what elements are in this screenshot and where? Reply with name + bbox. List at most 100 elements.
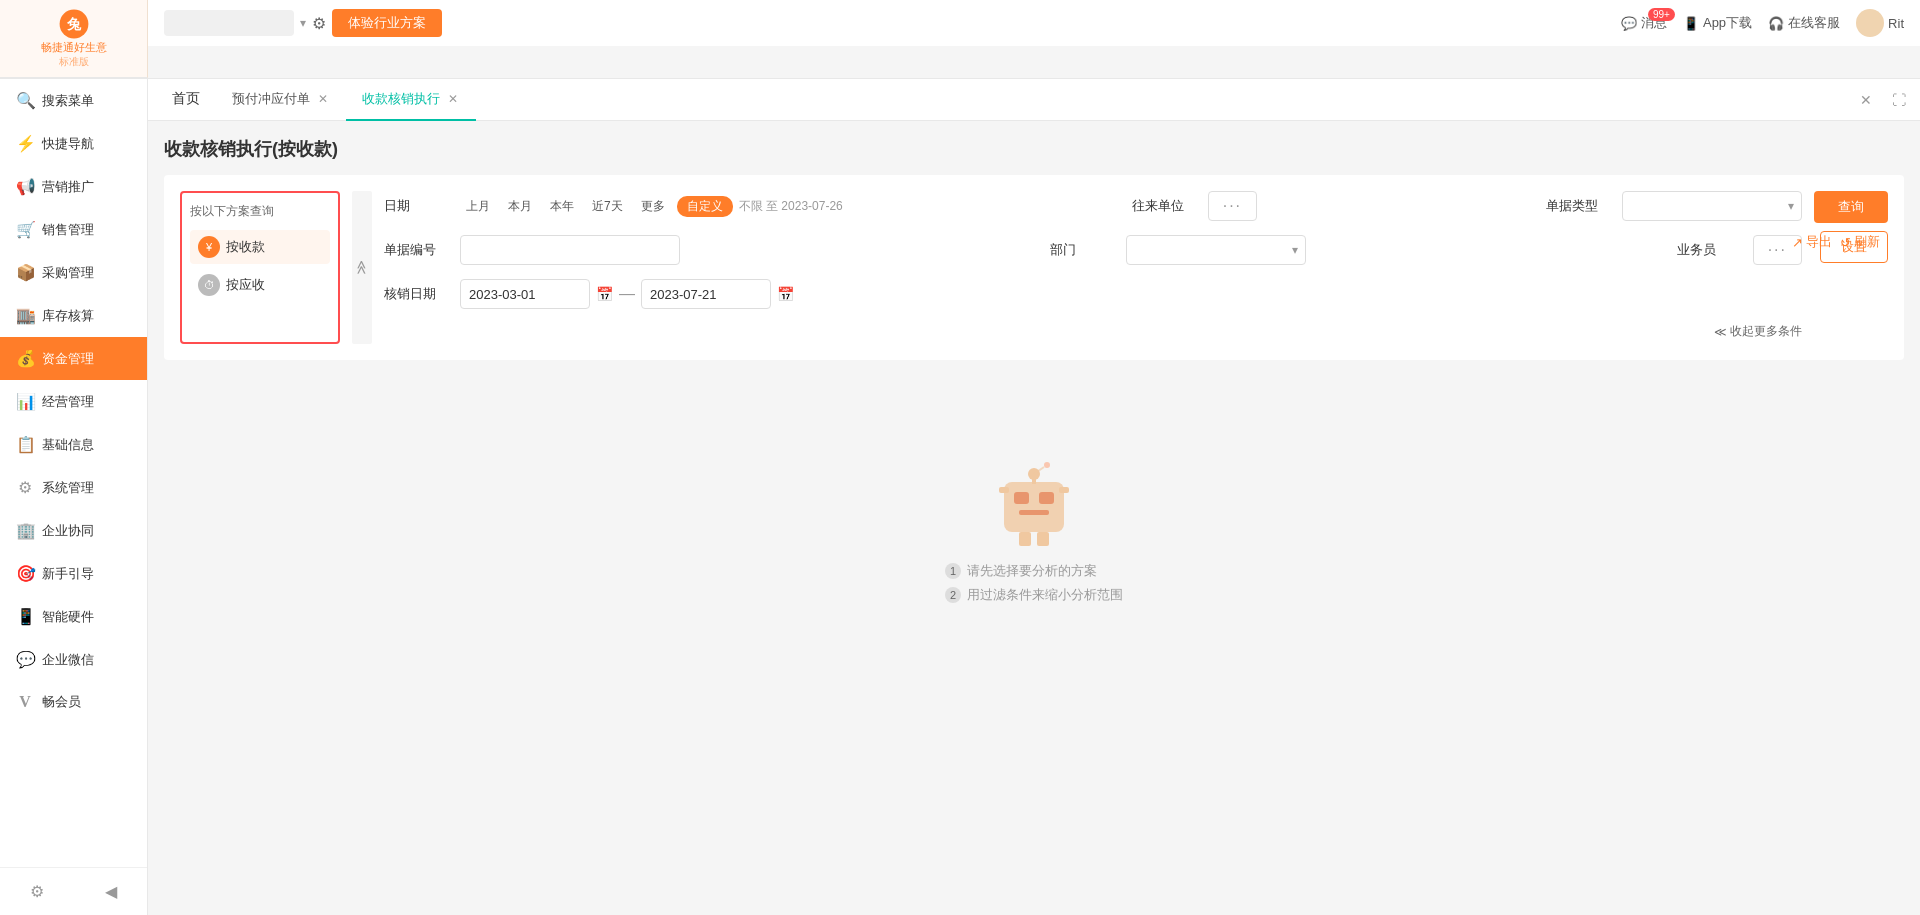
sidebar-item-sales[interactable]: 🛒 销售管理	[0, 208, 147, 251]
sidebar-settings-button[interactable]: ⚙	[22, 878, 52, 905]
sidebar-item-marketing[interactable]: 📢 营销推广	[0, 165, 147, 208]
filter-scheme-title: 按以下方案查询	[190, 203, 330, 220]
basic-info-icon: 📋	[16, 435, 34, 454]
writeoff-date-start-cal-icon[interactable]: 📅	[596, 286, 613, 302]
writeoff-date-range: 📅 — 📅	[460, 279, 794, 309]
bill-type-select[interactable]	[1622, 191, 1802, 221]
user-name-right: Rit	[1888, 16, 1904, 31]
bill-type-label: 单据类型	[1546, 197, 1606, 215]
sidebar: 🔍 搜索菜单 ⚡ 快捷导航 📢 营销推广 🛒 销售管理 📦 采购管理 🏬 库存核…	[0, 79, 148, 915]
user-profile[interactable]: Rit	[1856, 9, 1904, 37]
online-service-label: 在线客服	[1788, 14, 1840, 32]
collapse-more-button[interactable]: ≪ 收起更多条件	[1714, 323, 1802, 340]
tab-receipt[interactable]: 收款核销执行 ✕	[346, 79, 476, 121]
department-label: 部门	[1050, 241, 1110, 259]
query-button[interactable]: 查询	[1814, 191, 1888, 223]
topbar: ▾ ⚙ 体验行业方案 💬 消息 99+ 📱 App下载 🎧 在线客服 Rit	[148, 0, 1920, 46]
sidebar-item-guide[interactable]: 🎯 新手引导	[0, 552, 147, 595]
date-range-display: 不限 至 2023-07-26	[739, 198, 843, 215]
tab-receipt-close[interactable]: ✕	[446, 90, 460, 108]
empty-illustration	[974, 452, 1094, 552]
filter-option-by-receivable[interactable]: ⏱ 按应收	[190, 268, 330, 302]
tab-prepay-label: 预付冲应付单	[232, 90, 310, 108]
marketing-icon: 📢	[16, 177, 34, 196]
sidebar-item-system[interactable]: ⚙ 系统管理	[0, 466, 147, 509]
date-btn-this-month[interactable]: 本月	[502, 196, 538, 217]
date-btn-last-month[interactable]: 上月	[460, 196, 496, 217]
collapse-more-label: 收起更多条件	[1730, 323, 1802, 340]
export-button[interactable]: ↗ 导出	[1792, 233, 1832, 251]
date-btn-this-year[interactable]: 本年	[544, 196, 580, 217]
sidebar-item-basic-info[interactable]: 📋 基础信息	[0, 423, 147, 466]
sidebar-item-purchase[interactable]: 📦 采购管理	[0, 251, 147, 294]
page-top-actions: ↗ 导出 ↺ 刷新	[1792, 233, 1880, 251]
sidebar-item-operation[interactable]: 📊 经营管理	[0, 380, 147, 423]
dropdown-icon[interactable]: ▾	[300, 16, 306, 30]
sidebar-label: 新手引导	[42, 565, 94, 583]
sidebar-item-wechat[interactable]: 💬 企业微信	[0, 638, 147, 681]
member-icon: V	[16, 693, 34, 711]
tab-close-all-icon[interactable]: ✕	[1854, 88, 1878, 112]
date-btn-more[interactable]: 更多	[635, 196, 671, 217]
tab-home[interactable]: 首页	[156, 79, 216, 121]
sidebar-item-enterprise[interactable]: 🏢 企业协同	[0, 509, 147, 552]
counterparty-label: 往来单位	[1132, 197, 1192, 215]
counterparty-input[interactable]: ···	[1208, 191, 1257, 221]
app-logo: 兔	[58, 8, 90, 40]
sales-icon: 🛒	[16, 220, 34, 239]
app-name: 畅捷通好生意	[41, 40, 107, 55]
filter-option-by-receipt[interactable]: ¥ 按收款	[190, 230, 330, 264]
filter-row-1: 日期 上月 本月 本年 近7天 更多 自定义 不限 至 2023-07-26	[384, 191, 1802, 221]
svg-rect-9	[1037, 532, 1049, 546]
message-button[interactable]: 💬 消息 99+	[1621, 14, 1667, 32]
sidebar-collapse-button[interactable]: ◀	[97, 878, 125, 905]
tab-home-label: 首页	[172, 90, 200, 108]
by-receivable-icon: ⏱	[198, 274, 220, 296]
online-service-button[interactable]: 🎧 在线客服	[1768, 14, 1840, 32]
date-range-dash: —	[619, 285, 635, 303]
date-btn-7days[interactable]: 近7天	[586, 196, 629, 217]
department-select[interactable]	[1126, 235, 1306, 265]
sidebar-item-quick-nav[interactable]: ⚡ 快捷导航	[0, 122, 147, 165]
filter-actions: 查询 设置	[1814, 191, 1888, 344]
page-content: 收款核销执行(按收款) ↗ 导出 ↺ 刷新 按以下方案	[148, 121, 1920, 915]
date-btn-custom[interactable]: 自定义	[677, 196, 733, 217]
svg-text:兔: 兔	[66, 16, 82, 32]
scheme-collapse-button[interactable]: ≪	[352, 191, 372, 344]
page-wrapper: 收款核销执行(按收款) ↗ 导出 ↺ 刷新 按以下方案	[164, 137, 1904, 684]
tab-expand-icon[interactable]: ⛶	[1886, 88, 1912, 112]
gear-icon[interactable]: ⚙	[312, 14, 326, 33]
service-icon: 🎧	[1768, 16, 1784, 31]
sidebar-label: 采购管理	[42, 264, 94, 282]
writeoff-date-label: 核销日期	[384, 285, 444, 303]
bill-no-input[interactable]	[460, 235, 680, 265]
tip-1-text: 请先选择要分析的方案	[967, 562, 1097, 580]
tab-prepay-close[interactable]: ✕	[316, 90, 330, 108]
username-display[interactable]	[164, 10, 294, 36]
sidebar-bottom: ⚙ ◀	[0, 867, 147, 915]
sidebar-item-funds[interactable]: 💰 资金管理	[0, 337, 147, 380]
trial-button[interactable]: 体验行业方案	[332, 9, 442, 37]
tip-1-num: 1	[945, 563, 961, 579]
app-download-button[interactable]: 📱 App下载	[1683, 14, 1752, 32]
svg-rect-7	[1059, 487, 1069, 493]
sidebar-item-inventory[interactable]: 🏬 库存核算	[0, 294, 147, 337]
filter-section: 按以下方案查询 ¥ 按收款 ⏱ 按应收 ≪	[164, 175, 1904, 360]
date-label: 日期	[384, 197, 444, 215]
writeoff-date-end-cal-icon[interactable]: 📅	[777, 286, 794, 302]
by-receipt-icon: ¥	[198, 236, 220, 258]
writeoff-date-start-input[interactable]	[460, 279, 590, 309]
svg-rect-8	[1019, 532, 1031, 546]
sidebar-item-smart-hw[interactable]: 📱 智能硬件	[0, 595, 147, 638]
filter-scheme-panel: 按以下方案查询 ¥ 按收款 ⏱ 按应收	[180, 191, 340, 344]
sidebar-label: 营销推广	[42, 178, 94, 196]
smart-hw-icon: 📱	[16, 607, 34, 626]
sidebar-item-member[interactable]: V 畅会员	[0, 681, 147, 723]
sidebar-item-search-menu[interactable]: 🔍 搜索菜单	[0, 79, 147, 122]
empty-state: 1 请先选择要分析的方案 2 用过滤条件来缩小分析范围	[164, 372, 1904, 684]
svg-rect-6	[999, 487, 1009, 493]
salesperson-label: 业务员	[1677, 241, 1737, 259]
refresh-button[interactable]: ↺ 刷新	[1840, 233, 1880, 251]
writeoff-date-end-input[interactable]	[641, 279, 771, 309]
tab-prepay[interactable]: 预付冲应付单 ✕	[216, 79, 346, 121]
